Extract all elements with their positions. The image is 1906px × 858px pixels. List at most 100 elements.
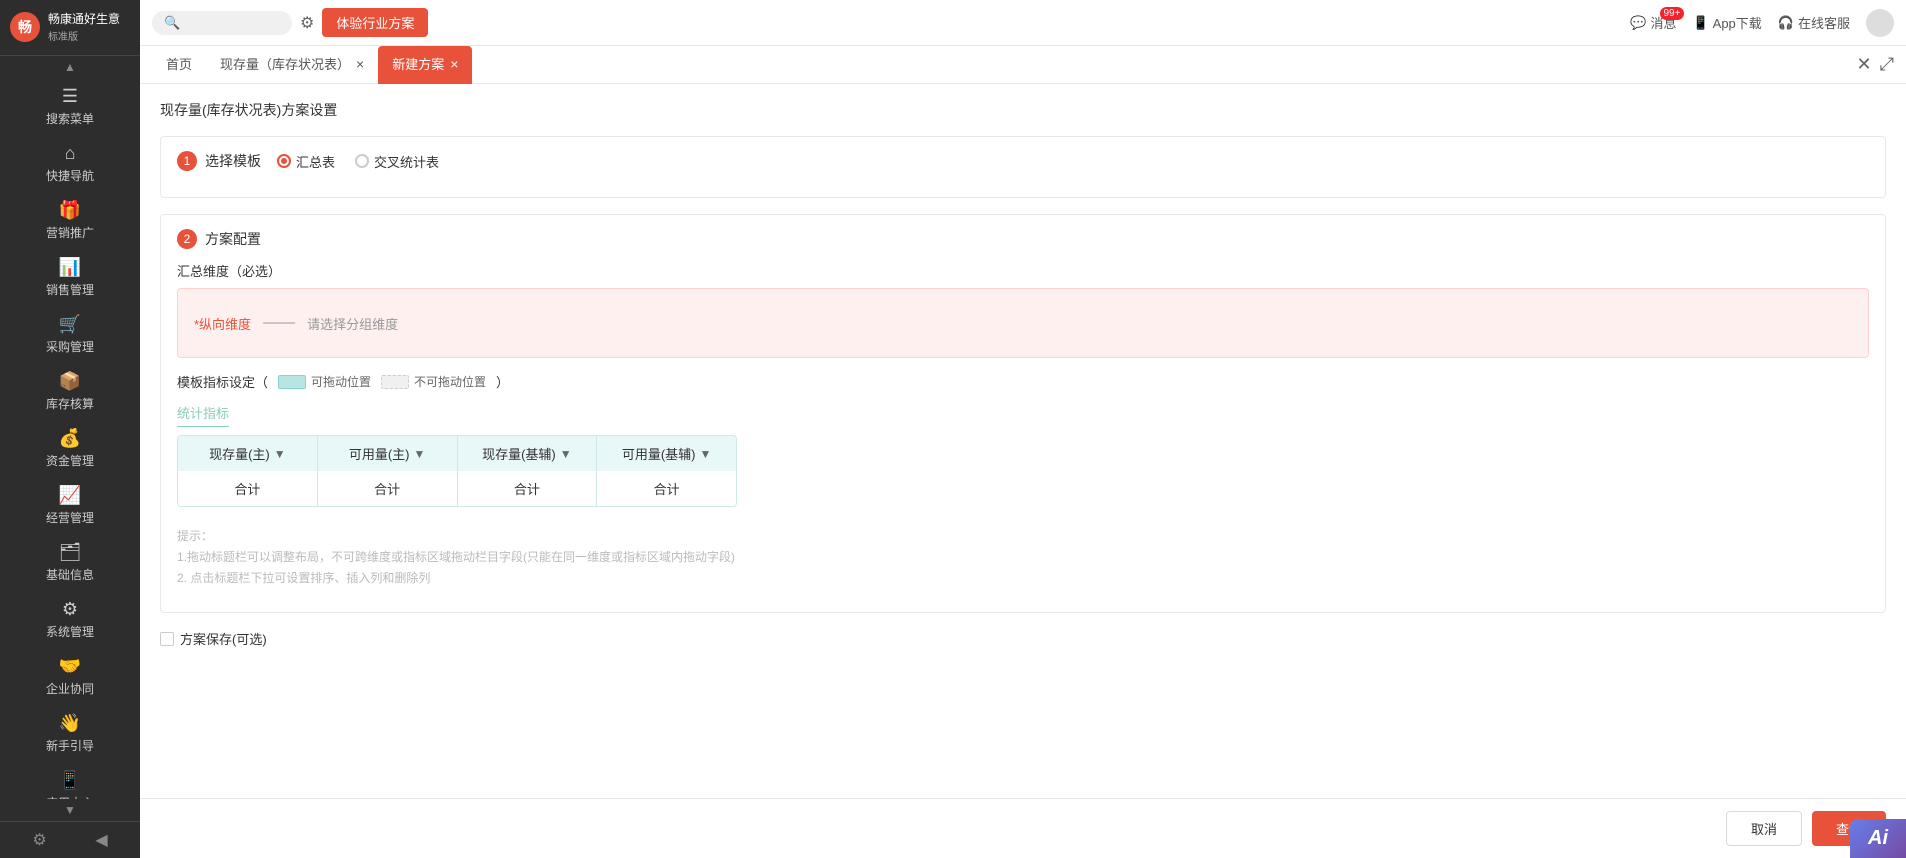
stats-cell-0-1: 合计 bbox=[318, 471, 458, 506]
stats-title: 统计指标 bbox=[177, 403, 229, 427]
cancel-button[interactable]: 取消 bbox=[1726, 811, 1802, 846]
section-config: 2 方案配置 汇总维度（必选） *纵向维度 —— 请选择分组维度 模板指标设定（ bbox=[160, 214, 1886, 613]
sidebar-item-search[interactable]: ☰ 搜索菜单 bbox=[0, 78, 140, 135]
sidebar-item-guide[interactable]: 👋 新手引导 bbox=[0, 705, 140, 762]
tips-title: 提示： bbox=[177, 527, 1869, 544]
bottom-bar: 取消 查询 bbox=[140, 798, 1906, 858]
logo-icon: 畅 bbox=[10, 12, 40, 42]
home-icon: ⌂ bbox=[65, 143, 76, 164]
radio-cross[interactable]: 交叉统计表 bbox=[355, 152, 439, 171]
content-area: 现存量(库存状况表)方案设置 1 选择模板 汇总表 bbox=[140, 84, 1906, 798]
app-download-icon: 📱 bbox=[1692, 15, 1708, 31]
stats-table: 现存量(主) ▼ 可用量(主) ▼ 现存量(基辅) ▼ bbox=[177, 435, 737, 507]
tab-new-plan[interactable]: 新建方案 × bbox=[378, 46, 472, 84]
col-dropdown-2[interactable]: ▼ bbox=[560, 447, 572, 461]
collapse-icon[interactable]: ◀ bbox=[95, 830, 107, 850]
tab-home[interactable]: 首页 bbox=[152, 46, 206, 84]
save-section: 方案保存(可选) bbox=[160, 629, 1886, 648]
radio-cross-circle bbox=[355, 154, 369, 168]
sidebar-item-business[interactable]: 📈 经营管理 bbox=[0, 477, 140, 534]
dimension-label: 汇总维度（必选） bbox=[177, 261, 1869, 280]
non-draggable-indicator: 不可拖动位置 bbox=[381, 373, 486, 390]
section1-header: 1 选择模板 汇总表 交叉统计表 bbox=[177, 151, 1869, 171]
col-dropdown-3[interactable]: ▼ bbox=[700, 447, 712, 461]
sidebar-item-system[interactable]: ⚙ 系统管理 bbox=[0, 591, 140, 648]
topbar-right: 💬 消息 99+ 📱 App下载 🎧 在线客服 bbox=[1630, 9, 1894, 37]
sidebar-item-purchase[interactable]: 🛒 采购管理 bbox=[0, 306, 140, 363]
trend-icon: 📈 bbox=[59, 485, 81, 506]
sidebar-item-quick-nav[interactable]: ⌂ 快捷导航 bbox=[0, 135, 140, 192]
main-area: 🔍 ⚙ 体验行业方案 💬 消息 99+ 📱 App下载 🎧 在线客服 bbox=[140, 0, 1906, 858]
radio-summary-circle bbox=[277, 154, 291, 168]
sidebar: 畅 畅康通好生意 标准版 ▲ ☰ 搜索菜单 ⌂ 快捷导航 🎁 营销推广 📊 销售… bbox=[0, 0, 140, 858]
sidebar-item-app[interactable]: 📱 应用中心 bbox=[0, 762, 140, 799]
radio-summary[interactable]: 汇总表 bbox=[277, 152, 335, 171]
tab-expand-action[interactable]: ⤢ bbox=[1880, 54, 1894, 75]
col-dropdown-1[interactable]: ▼ bbox=[414, 447, 426, 461]
online-service-group[interactable]: 🎧 在线客服 bbox=[1778, 13, 1850, 32]
sidebar-bottom: ⚙ ◀ bbox=[0, 821, 140, 858]
topbar: 🔍 ⚙ 体验行业方案 💬 消息 99+ 📱 App下载 🎧 在线客服 bbox=[140, 0, 1906, 46]
sidebar-item-base-info[interactable]: 🗂 基础信息 bbox=[0, 534, 140, 591]
gear-nav-icon: ⚙ bbox=[62, 599, 78, 620]
mobile-icon: 📱 bbox=[59, 770, 81, 791]
sidebar-item-marketing[interactable]: 🎁 营销推广 bbox=[0, 192, 140, 249]
tabbar: 首页 现存量（库存状况表） × 新建方案 × ✕ ⤢ bbox=[140, 46, 1906, 84]
tab-inventory[interactable]: 现存量（库存状况表） × bbox=[206, 46, 378, 84]
tab-new-plan-close[interactable]: × bbox=[450, 56, 458, 72]
sidebar-logo: 畅 畅康通好生意 标准版 bbox=[0, 0, 140, 56]
non-draggable-box bbox=[381, 375, 409, 389]
message-group[interactable]: 💬 消息 99+ bbox=[1630, 13, 1676, 32]
chart-icon: 📊 bbox=[59, 257, 81, 278]
col-dropdown-0[interactable]: ▼ bbox=[274, 447, 286, 461]
search-icon: 🔍 bbox=[164, 15, 180, 31]
message-icon: 💬 bbox=[1630, 15, 1646, 31]
draggable-indicator: 可拖动位置 bbox=[278, 373, 371, 390]
template-label: 模板指标设定（ 可拖动位置 不可拖动位置 ） bbox=[177, 372, 1869, 391]
sidebar-item-finance[interactable]: 💰 资金管理 bbox=[0, 420, 140, 477]
topbar-left: 🔍 ⚙ 体验行业方案 bbox=[152, 8, 1620, 37]
ai-badge[interactable]: Ai bbox=[1850, 819, 1906, 858]
search-menu-icon: ☰ bbox=[62, 86, 78, 107]
content-inner: 现存量(库存状况表)方案设置 1 选择模板 汇总表 bbox=[140, 84, 1906, 798]
user-avatar[interactable] bbox=[1866, 9, 1894, 37]
search-input[interactable] bbox=[186, 16, 266, 30]
sidebar-item-sales[interactable]: 📊 销售管理 bbox=[0, 249, 140, 306]
sidebar-scroll-up[interactable]: ▲ bbox=[0, 56, 140, 78]
stats-cell-0-0: 合计 bbox=[178, 471, 318, 506]
stats-col-1: 可用量(主) ▼ bbox=[318, 436, 458, 471]
sidebar-scroll-down[interactable]: ▼ bbox=[0, 799, 140, 821]
dim-required: *纵向维度 bbox=[194, 314, 251, 333]
service-icon: 🎧 bbox=[1778, 15, 1794, 31]
save-checkbox[interactable] bbox=[160, 632, 174, 646]
stats-header: 现存量(主) ▼ 可用量(主) ▼ 现存量(基辅) ▼ bbox=[178, 436, 736, 471]
money-icon: 💰 bbox=[59, 428, 81, 449]
section-template: 1 选择模板 汇总表 交叉统计表 bbox=[160, 136, 1886, 198]
dim-placeholder: 请选择分组维度 bbox=[307, 314, 398, 333]
tabbar-actions: ✕ ⤢ bbox=[1857, 54, 1895, 75]
search-box[interactable]: 🔍 bbox=[152, 11, 292, 35]
settings-bottom-icon[interactable]: ⚙ bbox=[32, 830, 46, 850]
app-download-group[interactable]: 📱 App下载 bbox=[1692, 13, 1761, 32]
draggable-box bbox=[278, 375, 306, 389]
cart-icon: 🛒 bbox=[59, 314, 81, 335]
wave-icon: 👋 bbox=[59, 713, 81, 734]
tip-item-0: 1.拖动标题栏可以调整布局，不可跨维度或指标区域拖动栏目字段(只能在同一维度或指… bbox=[177, 548, 1869, 566]
tab-close-action[interactable]: ✕ bbox=[1857, 54, 1872, 75]
tab-inventory-close[interactable]: × bbox=[356, 56, 364, 72]
sidebar-item-inventory[interactable]: 📦 库存核算 bbox=[0, 363, 140, 420]
sidebar-item-cooperation[interactable]: 🤝 企业协同 bbox=[0, 648, 140, 705]
stats-col-0: 现存量(主) ▼ bbox=[178, 436, 318, 471]
section2-header: 2 方案配置 bbox=[177, 229, 1869, 249]
section1-num: 1 bbox=[177, 151, 197, 171]
trial-button[interactable]: 体验行业方案 bbox=[322, 8, 428, 37]
template-section: 模板指标设定（ 可拖动位置 不可拖动位置 ） bbox=[177, 372, 1869, 391]
tips-section: 提示： 1.拖动标题栏可以调整布局，不可跨维度或指标区域拖动栏目字段(只能在同一… bbox=[177, 519, 1869, 598]
handshake-icon: 🤝 bbox=[59, 656, 81, 677]
stats-col-3: 可用量(基辅) ▼ bbox=[597, 436, 736, 471]
stats-section: 统计指标 现存量(主) ▼ 可用量(主) ▼ bbox=[177, 403, 1869, 507]
box-icon: 📦 bbox=[59, 371, 81, 392]
gift-icon: 🎁 bbox=[59, 200, 81, 221]
settings-button[interactable]: ⚙ bbox=[300, 13, 314, 33]
dimension-box: *纵向维度 —— 请选择分组维度 bbox=[177, 288, 1869, 358]
